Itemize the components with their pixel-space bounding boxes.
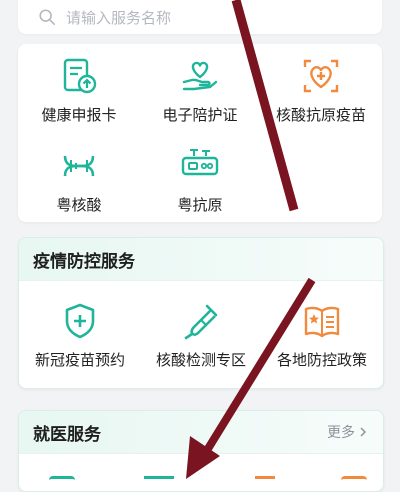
service-label: 电子陪护证: [162, 106, 238, 124]
vaccine-shield-icon: [65, 303, 95, 339]
section-title: 就医服务: [33, 424, 101, 445]
section-title: 疫情防控服务: [33, 251, 135, 272]
escort-pass-icon: [182, 61, 218, 91]
epidemic-services-card: 疫情防控服务 新冠疫苗预约 核酸检测专区 各地防控政策: [18, 237, 384, 389]
service-escort-pass[interactable]: 电子陪护证: [139, 56, 261, 125]
service-label: 健康申报卡: [41, 106, 117, 124]
chevron-right-icon: [360, 427, 367, 437]
service-yue-nucleic[interactable]: 粤核酸: [18, 146, 140, 215]
service-label: 粤抗原: [177, 196, 223, 214]
search-input[interactable]: 请输入服务名称: [66, 7, 171, 28]
service-nucleic-test[interactable]: 核酸检测专区: [140, 301, 262, 370]
service-local-policy[interactable]: 各地防控政策: [261, 301, 383, 370]
card-header: 疫情防控服务: [19, 238, 383, 281]
antigen-icon: [181, 149, 219, 176]
card-header: 就医服务 更多: [19, 411, 383, 454]
partial-icon: [49, 476, 75, 487]
partial-icon: [341, 476, 367, 487]
search-bar[interactable]: 请输入服务名称: [18, 0, 382, 34]
service-vaccine-booking[interactable]: 新冠疫苗预约: [19, 301, 141, 370]
policy-book-icon: [304, 306, 340, 338]
partial-icon: [144, 476, 174, 487]
service-label: 核酸抗原疫苗: [275, 106, 366, 124]
service-label: 新冠疫苗预约: [34, 351, 125, 369]
search-icon: [39, 9, 56, 26]
medical-services-card: 就医服务 更多: [18, 410, 384, 492]
test-tube-icon: [184, 304, 218, 340]
service-yue-antigen[interactable]: 粤抗原: [139, 146, 261, 215]
service-health-card[interactable]: 健康申报卡: [18, 56, 140, 125]
more-label: 更多: [327, 425, 355, 441]
service-label: 粤核酸: [56, 196, 102, 214]
service-nucleic-antigen-vaccine[interactable]: 核酸抗原疫苗: [260, 56, 382, 125]
service-label: 各地防控政策: [276, 351, 367, 369]
health-card-icon: [63, 58, 97, 94]
quick-services-card: 健康申报卡 电子陪护证 核酸抗原疫苗 粤核酸 粤抗原: [18, 44, 382, 222]
dna-icon: [63, 155, 95, 177]
service-label: 核酸检测专区: [155, 351, 246, 369]
nucleic-antigen-vaccine-icon: [303, 59, 339, 93]
partial-icon: [255, 476, 275, 487]
more-link[interactable]: 更多: [327, 422, 369, 442]
